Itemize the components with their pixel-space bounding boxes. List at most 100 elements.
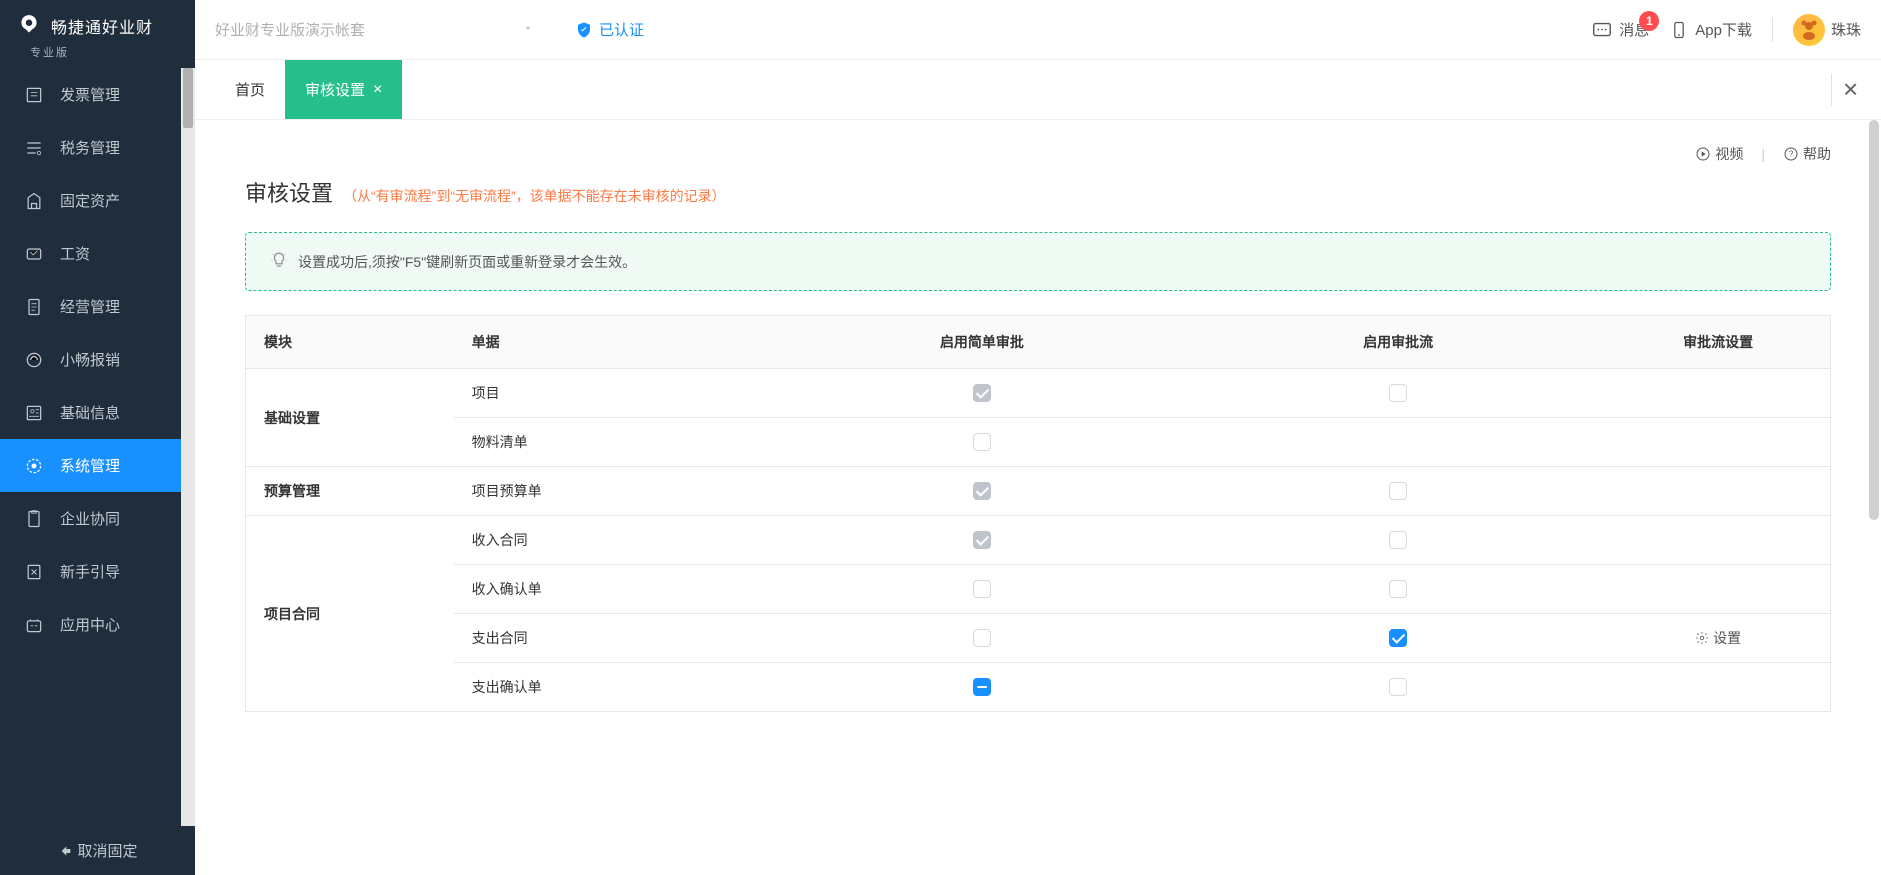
divider <box>1772 18 1773 42</box>
sidebar-item-7[interactable]: 系统管理 <box>0 439 195 492</box>
nav-icon <box>24 138 44 158</box>
nav-icon <box>24 403 44 423</box>
flow-cell <box>1190 663 1606 712</box>
table-row: 收入确认单 <box>246 565 1831 614</box>
checkbox[interactable] <box>1389 678 1407 696</box>
col-header-setting: 审批流设置 <box>1606 316 1830 369</box>
help-link[interactable]: ? 帮助 <box>1783 144 1831 164</box>
checkbox[interactable] <box>973 482 991 500</box>
settings-table: 模块 单据 启用简单审批 启用审批流 审批流设置 基础设置项目物料清单预算管理项… <box>245 315 1831 712</box>
unpin-icon <box>57 843 73 859</box>
messages-button[interactable]: 消息 1 <box>1591 19 1649 41</box>
setting-cell <box>1606 369 1830 418</box>
username-label: 珠珠 <box>1831 19 1861 40</box>
page-content: 视频 | ? 帮助 审核设置 （从“有审流程”到“无审流程”，该单据不能存在未审… <box>195 120 1881 875</box>
sidebar-item-3[interactable]: 工资 <box>0 227 195 280</box>
video-label: 视频 <box>1715 144 1743 164</box>
checkbox[interactable] <box>973 433 991 451</box>
tip-text: 设置成功后,须按"F5"键刷新页面或重新登录才会生效。 <box>298 252 636 272</box>
nav-icon <box>24 85 44 105</box>
video-link[interactable]: 视频 <box>1695 144 1743 164</box>
sidebar-unpin-label: 取消固定 <box>77 840 137 861</box>
doc-cell: 支出合同 <box>454 614 774 663</box>
module-cell: 项目合同 <box>246 516 454 712</box>
sidebar-item-label: 固定资产 <box>60 190 120 211</box>
content-scrollbar-thumb[interactable] <box>1869 120 1879 520</box>
sidebar-scrollbar-thumb[interactable] <box>183 68 193 128</box>
checkbox[interactable] <box>973 629 991 647</box>
doc-cell: 项目预算单 <box>454 467 774 516</box>
tab-audit-settings[interactable]: 审核设置 × <box>285 60 402 119</box>
nav-icon <box>24 191 44 211</box>
table-row: 支出确认单 <box>246 663 1831 712</box>
module-cell: 预算管理 <box>246 467 454 516</box>
sidebar-item-5[interactable]: 小畅报销 <box>0 333 195 386</box>
sidebar-scrollbar[interactable] <box>181 68 195 826</box>
checkbox[interactable] <box>973 678 991 696</box>
sidebar-unpin-button[interactable]: 取消固定 <box>0 826 195 875</box>
tab-close-icon[interactable]: × <box>373 81 382 99</box>
help-label: 帮助 <box>1803 144 1831 164</box>
sidebar-item-label: 应用中心 <box>60 614 120 635</box>
col-header-flow: 启用审批流 <box>1190 316 1606 369</box>
message-icon <box>1591 19 1613 41</box>
flow-cell <box>1190 369 1606 418</box>
sidebar-item-10[interactable]: 应用中心 <box>0 598 195 651</box>
doc-cell: 项目 <box>454 369 774 418</box>
help-icon: ? <box>1783 146 1799 162</box>
certified-badge[interactable]: 已认证 <box>575 19 644 40</box>
sidebar-item-6[interactable]: 基础信息 <box>0 386 195 439</box>
tab-home[interactable]: 首页 <box>215 60 285 119</box>
app-download-label: App下载 <box>1695 19 1752 40</box>
play-icon <box>1695 146 1711 162</box>
close-all-tabs-icon[interactable]: ✕ <box>1831 73 1869 106</box>
sidebar-item-8[interactable]: 企业协同 <box>0 492 195 545</box>
checkbox[interactable] <box>1389 384 1407 402</box>
action-divider: | <box>1761 146 1765 162</box>
sidebar: 畅捷通好业财 专业版 发票管理税务管理固定资产工资经营管理小畅报销基础信息系统管… <box>0 0 195 875</box>
doc-cell: 支出确认单 <box>454 663 774 712</box>
checkbox[interactable] <box>973 580 991 598</box>
app-download-button[interactable]: App下载 <box>1669 19 1752 40</box>
sidebar-item-label: 小畅报销 <box>60 349 120 370</box>
mobile-icon <box>1669 20 1689 40</box>
setting-cell <box>1606 467 1830 516</box>
sidebar-item-1[interactable]: 税务管理 <box>0 121 195 174</box>
sidebar-item-4[interactable]: 经营管理 <box>0 280 195 333</box>
table-row: 基础设置项目 <box>246 369 1831 418</box>
checkbox[interactable] <box>1389 580 1407 598</box>
lightbulb-icon <box>270 251 288 272</box>
checkbox[interactable] <box>973 384 991 402</box>
nav-icon <box>24 509 44 529</box>
brand-logo-icon <box>15 12 43 40</box>
chevron-down-icon <box>521 21 535 39</box>
brand-header: 畅捷通好业财 <box>0 0 195 48</box>
flow-cell <box>1190 418 1606 467</box>
checkbox[interactable] <box>1389 482 1407 500</box>
checkbox[interactable] <box>1389 531 1407 549</box>
checkbox[interactable] <box>1389 629 1407 647</box>
setting-cell <box>1606 516 1830 565</box>
brand-name: 畅捷通好业财 <box>51 14 153 38</box>
sidebar-item-9[interactable]: 新手引导 <box>0 545 195 598</box>
nav-icon <box>24 244 44 264</box>
setting-link[interactable]: 设置 <box>1695 628 1741 648</box>
module-cell: 基础设置 <box>246 369 454 467</box>
setting-label: 设置 <box>1713 628 1741 648</box>
content-scrollbar[interactable] <box>1867 120 1881 875</box>
checkbox[interactable] <box>973 531 991 549</box>
simple-cell <box>774 516 1190 565</box>
flow-cell <box>1190 565 1606 614</box>
sidebar-item-label: 基础信息 <box>60 402 120 423</box>
tab-bar: 首页 审核设置 × ✕ <box>195 60 1881 120</box>
avatar-icon <box>1793 14 1825 46</box>
sidebar-item-0[interactable]: 发票管理 <box>0 68 195 121</box>
sidebar-item-label: 企业协同 <box>60 508 120 529</box>
sidebar-item-label: 新手引导 <box>60 561 120 582</box>
nav-icon <box>24 456 44 476</box>
page-title: 审核设置 <box>245 176 333 208</box>
brand-edition: 专业版 <box>0 44 195 60</box>
user-menu[interactable]: 珠珠 <box>1793 14 1861 46</box>
account-selector[interactable]: 好业财专业版演示帐套 <box>215 13 535 46</box>
sidebar-item-2[interactable]: 固定资产 <box>0 174 195 227</box>
